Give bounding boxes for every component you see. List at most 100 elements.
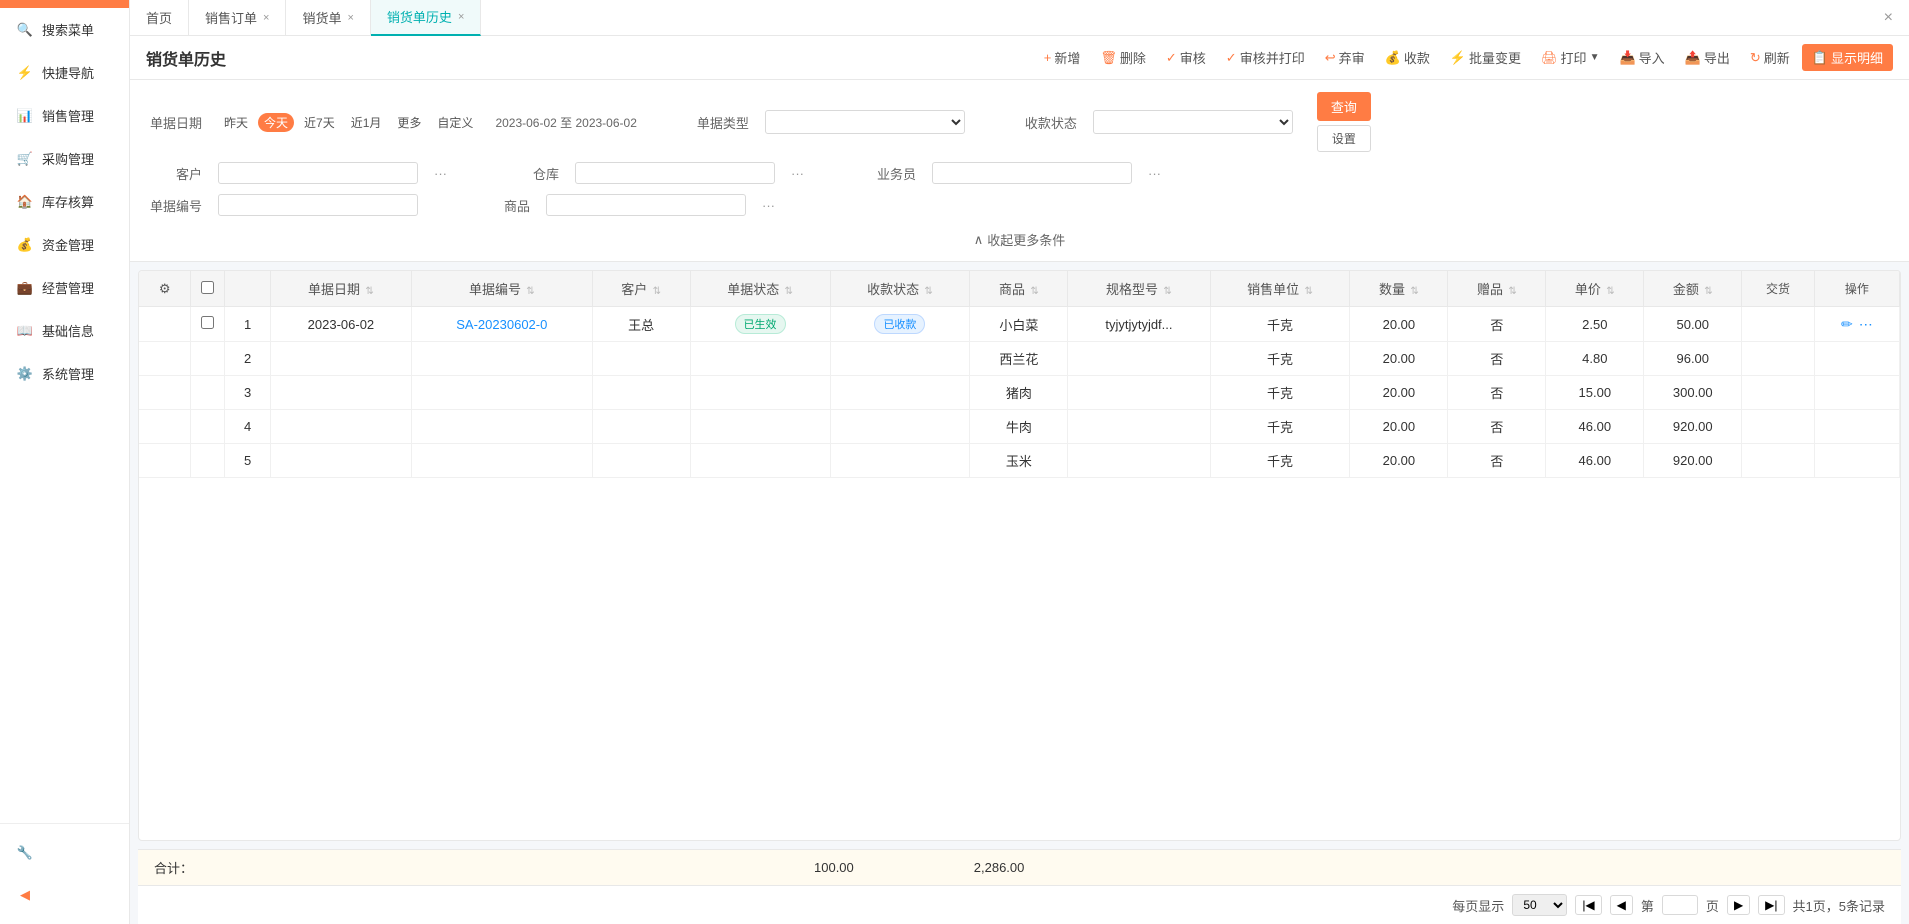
row-action-cell[interactable] <box>1814 376 1899 410</box>
col-payment-status[interactable]: 收款状态 ⇅ <box>830 271 970 307</box>
current-page-input[interactable]: 1 <box>1662 895 1698 915</box>
show-detail-btn[interactable]: 📋 显示明细 <box>1802 44 1893 71</box>
more-action-icon[interactable]: ⋯ <box>1859 316 1873 333</box>
tab-sales-delivery[interactable]: 销货单 × <box>286 0 370 36</box>
refresh-btn[interactable]: ↻ 刷新 <box>1742 44 1798 71</box>
query-btn[interactable]: 查询 <box>1317 92 1371 121</box>
page-size-select[interactable]: 50 100 200 <box>1512 894 1567 916</box>
warehouse-dots[interactable]: ··· <box>791 166 804 181</box>
tab-sales-order-close[interactable]: × <box>263 12 269 24</box>
tab-sales-history[interactable]: 销货单历史 × <box>371 0 481 36</box>
sidebar-settings-btn[interactable]: 🔧 <box>0 832 129 874</box>
tab-sales-delivery-close[interactable]: × <box>347 12 353 24</box>
sidebar-item-purchase-mgmt[interactable]: 🛒 采购管理 <box>0 137 129 180</box>
shortcut-1month[interactable]: 近1月 <box>345 113 388 132</box>
product-dots[interactable]: ··· <box>762 198 775 213</box>
shortcut-custom[interactable]: 自定义 <box>431 113 479 132</box>
delete-btn[interactable]: 🗑 删除 <box>1092 44 1154 71</box>
edit-action-icon[interactable]: ✏ <box>1841 316 1853 333</box>
col-unit[interactable]: 销售单位 ⇅ <box>1210 271 1350 307</box>
print-btn[interactable]: 🖨 打印 ▼ <box>1533 44 1607 71</box>
sidebar-collapse-btn[interactable]: ◀ <box>0 874 129 916</box>
col-price[interactable]: 单价 ⇅ <box>1546 271 1644 307</box>
shortcut-7days[interactable]: 近7天 <box>298 113 341 132</box>
row-action-cell[interactable] <box>1814 410 1899 444</box>
sales-rep-dots[interactable]: ··· <box>1148 166 1161 181</box>
sales-rep-input[interactable] <box>932 162 1132 184</box>
warehouse-input[interactable] <box>575 162 775 184</box>
row-action-cell[interactable]: ✏ ⋯ <box>1814 307 1899 342</box>
col-amount[interactable]: 金额 ⇅ <box>1644 271 1742 307</box>
row-doc-no[interactable]: SA-20230602-0 <box>411 307 592 342</box>
col-doc-no[interactable]: 单据编号 ⇅ <box>411 271 592 307</box>
customer-dots[interactable]: ··· <box>434 166 447 181</box>
sidebar-item-system[interactable]: ⚙️ 系统管理 <box>0 352 129 395</box>
row-checkbox-cell[interactable] <box>191 342 225 376</box>
filter-expand-btn[interactable]: ∧ 收起更多条件 <box>146 226 1893 253</box>
main-area: 首页 销售订单 × 销货单 × 销货单历史 × × 销货单历史 + 新增 🗑 <box>130 0 1909 924</box>
row-amount: 300.00 <box>1644 376 1742 410</box>
row-checkbox-cell[interactable] <box>191 444 225 478</box>
sidebar-item-basics[interactable]: 📖 基础信息 <box>0 309 129 352</box>
review-btn[interactable]: ✓ 审核 <box>1158 44 1214 71</box>
sidebar-item-inventory[interactable]: 🏠 库存核算 <box>0 180 129 223</box>
col-doc-date[interactable]: 单据日期 ⇅ <box>270 271 411 307</box>
review-print-btn[interactable]: ✓ 审核并打印 <box>1218 44 1313 71</box>
shortcut-yesterday[interactable]: 昨天 <box>218 113 254 132</box>
table-settings-icon[interactable]: ⚙ <box>159 281 171 296</box>
tab-sales-history-close[interactable]: × <box>458 11 464 23</box>
col-doc-status[interactable]: 单据状态 ⇅ <box>690 271 830 307</box>
sidebar-item-sales-mgmt[interactable]: 📊 销售管理 <box>0 94 129 137</box>
batch-change-btn[interactable]: ⚡ 批量变更 <box>1442 44 1529 71</box>
product-input[interactable] <box>546 194 746 216</box>
customer-input[interactable] <box>218 162 418 184</box>
abandon-btn[interactable]: ↩ 弃审 <box>1317 44 1373 71</box>
table-row: 5玉米千克20.00否46.00920.00 <box>139 444 1900 478</box>
row-customer <box>592 444 690 478</box>
col-checkbox[interactable] <box>191 271 225 307</box>
sidebar-item-finance[interactable]: 💰 资金管理 <box>0 223 129 266</box>
doc-type-select[interactable] <box>765 110 965 134</box>
row-gift: 否 <box>1448 376 1546 410</box>
col-spec[interactable]: 规格型号 ⇅ <box>1068 271 1210 307</box>
first-page-btn[interactable]: |◀ <box>1575 895 1601 915</box>
select-all-checkbox[interactable] <box>201 281 214 294</box>
col-customer[interactable]: 客户 ⇅ <box>592 271 690 307</box>
row-action-cell[interactable] <box>1814 444 1899 478</box>
prev-page-btn[interactable]: ◀ <box>1610 895 1633 915</box>
export-btn[interactable]: 📤 导出 <box>1677 44 1738 71</box>
import-btn[interactable]: 📥 导入 <box>1611 44 1672 71</box>
row-checkbox-cell[interactable] <box>191 376 225 410</box>
next-page-btn[interactable]: ▶ <box>1727 895 1750 915</box>
col-product[interactable]: 商品 ⇅ <box>970 271 1068 307</box>
row-checkbox[interactable] <box>201 316 214 329</box>
sidebar-item-quick-nav[interactable]: ⚡ 快捷导航 <box>0 51 129 94</box>
lightning-icon: ⚡ <box>16 64 34 82</box>
sidebar-item-search[interactable]: 🔍 搜索菜单 <box>0 8 129 51</box>
sort-amount-icon: ⇅ <box>1704 286 1712 297</box>
new-btn[interactable]: + 新增 <box>1036 44 1089 71</box>
col-settings[interactable]: ⚙ <box>139 271 191 307</box>
row-checkbox-cell[interactable] <box>191 410 225 444</box>
payment-status-select[interactable] <box>1093 110 1293 134</box>
shortcut-today[interactable]: 今天 <box>258 113 294 132</box>
doc-no-link[interactable]: SA-20230602-0 <box>456 317 547 332</box>
filter-area: 单据日期 昨天 今天 近7天 近1月 更多 自定义 2023-06-02 至 2… <box>130 80 1909 262</box>
col-qty[interactable]: 数量 ⇅ <box>1350 271 1448 307</box>
setting-btn[interactable]: 设置 <box>1317 125 1371 152</box>
row-action-cell[interactable] <box>1814 342 1899 376</box>
product-label: 商品 <box>474 196 530 215</box>
tab-sales-order[interactable]: 销售订单 × <box>189 0 286 36</box>
row-checkbox-cell[interactable] <box>191 307 225 342</box>
receive-btn[interactable]: 💰 收款 <box>1377 44 1438 71</box>
row-num-cell: 2 <box>225 342 271 376</box>
sidebar-item-operations[interactable]: 💼 经营管理 <box>0 266 129 309</box>
col-gift[interactable]: 赠品 ⇅ <box>1448 271 1546 307</box>
date-shortcuts: 昨天 今天 近7天 近1月 更多 自定义 <box>218 113 479 132</box>
last-page-btn[interactable]: ▶| <box>1758 895 1784 915</box>
tab-home[interactable]: 首页 <box>130 0 189 36</box>
summary-qty: 100.00 <box>814 860 854 875</box>
window-close-btn[interactable]: × <box>1868 9 1909 27</box>
shortcut-more[interactable]: 更多 <box>391 113 427 132</box>
doc-no-input[interactable] <box>218 194 418 216</box>
